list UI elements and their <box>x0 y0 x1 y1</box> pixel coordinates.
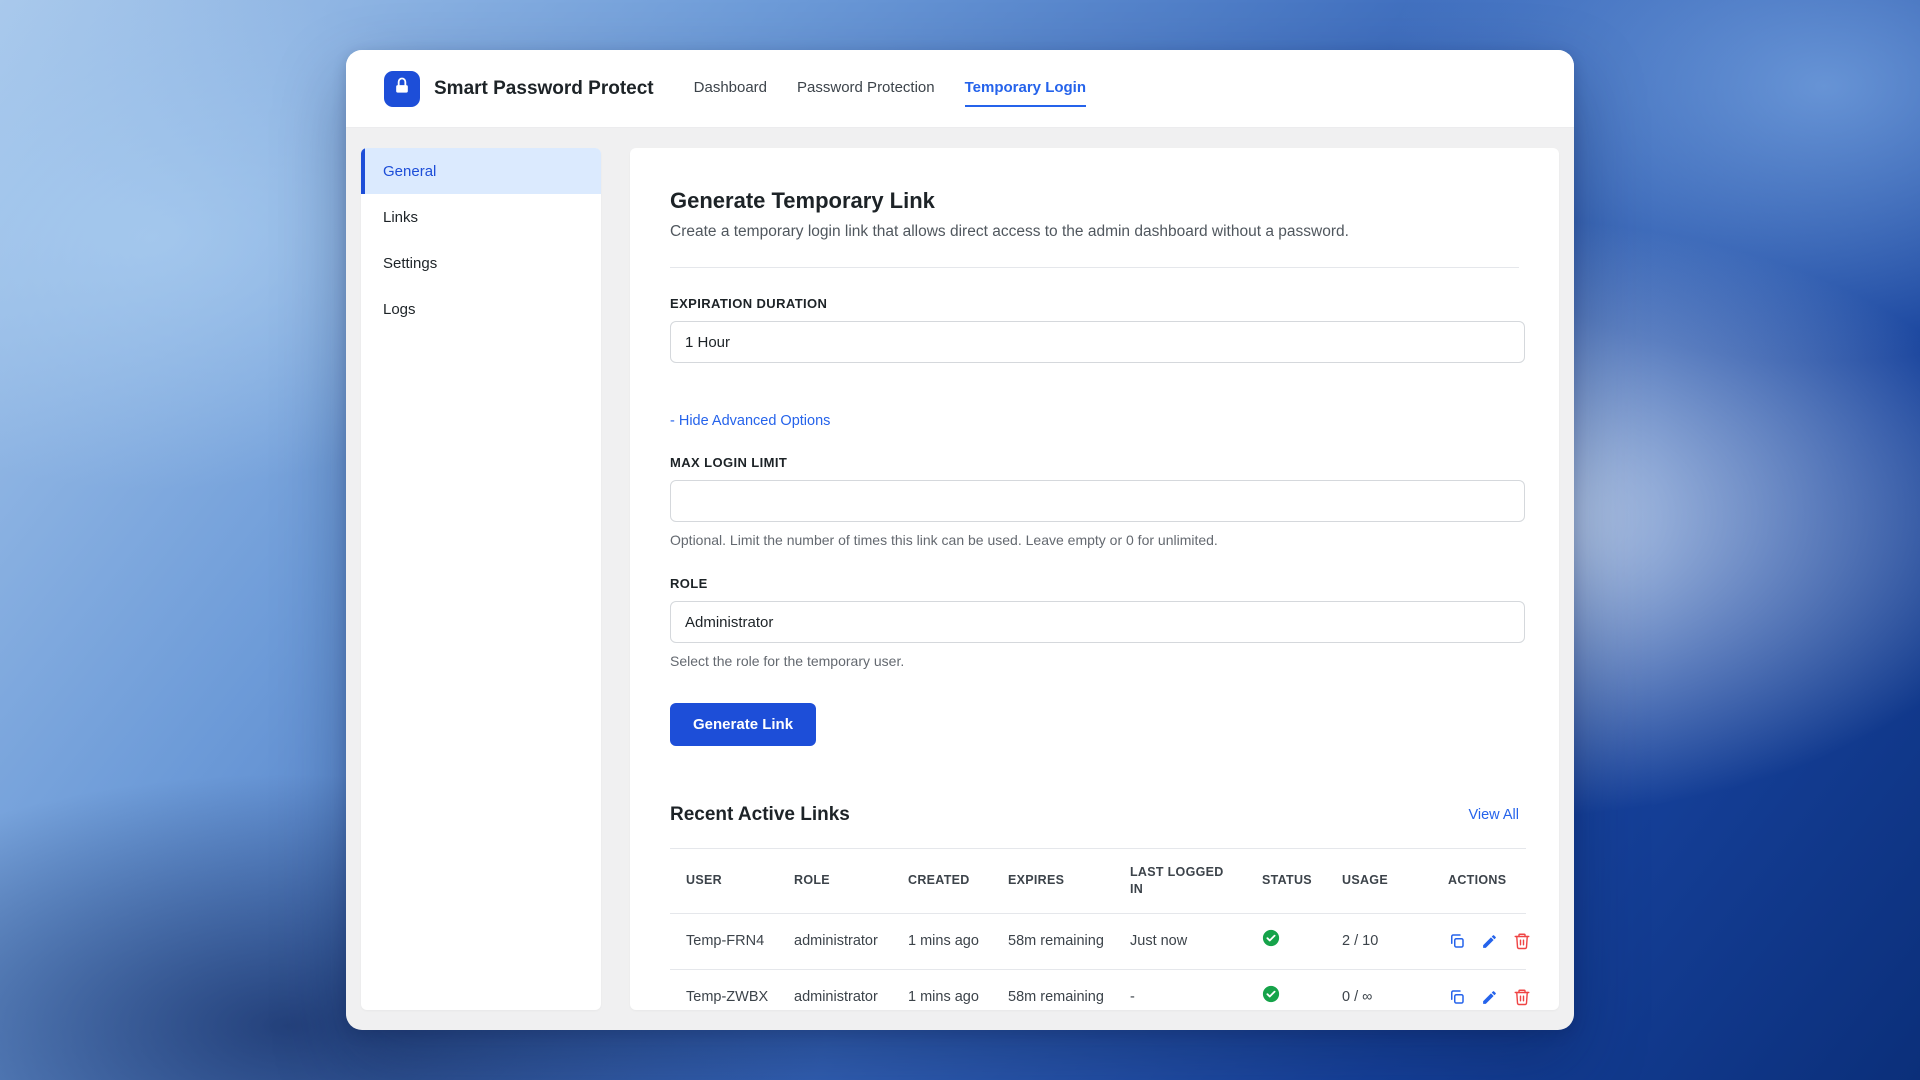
top-bar: Smart Password Protect Dashboard Passwor… <box>346 50 1574 128</box>
col-expires: Expires <box>996 848 1118 914</box>
main-panel: Generate Temporary Link Create a tempora… <box>630 148 1559 1010</box>
recent-links-table: User Role Created Expires Last Logged In… <box>670 848 1530 1010</box>
app-window: Smart Password Protect Dashboard Passwor… <box>346 50 1574 1030</box>
page-subtitle: Create a temporary login link that allow… <box>670 223 1349 240</box>
table-row: Temp-ZWBX administrator 1 mins ago 58m r… <box>670 969 1530 1010</box>
expiration-duration-field: Expiration Duration 1 Hour <box>670 296 1525 363</box>
sidebar-item-links[interactable]: Links <box>361 194 601 240</box>
max-login-limit-input[interactable] <box>670 480 1525 522</box>
col-actions: Actions <box>1436 848 1526 914</box>
generate-link-button[interactable]: Generate Link <box>670 703 817 746</box>
cell-status <box>1250 969 1330 1010</box>
role-value: Administrator <box>685 613 774 631</box>
cell-expires: 58m remaining <box>996 913 1118 970</box>
cell-role: administrator <box>782 969 896 1010</box>
cell-last-logged-in: Just now <box>1118 913 1250 970</box>
page-body: General Links Settings Logs Generate Tem… <box>346 128 1574 1030</box>
sidebar-item-label: General <box>383 162 437 180</box>
role-help: Select the role for the temporary user. <box>670 653 905 669</box>
cell-usage: 2 / 10 <box>1330 913 1436 970</box>
role-select[interactable]: Administrator <box>670 601 1525 643</box>
copy-icon[interactable] <box>1448 932 1466 950</box>
cell-usage: 0 / ∞ <box>1330 969 1436 1010</box>
cell-status <box>1250 913 1330 970</box>
col-usage: Usage <box>1330 848 1436 914</box>
cell-created: 1 mins ago <box>896 913 996 970</box>
cell-last-logged-in: - <box>1118 969 1250 1010</box>
expiration-duration-label: Expiration Duration <box>670 296 828 311</box>
cell-user: Temp-FRN4 <box>670 913 782 970</box>
hide-advanced-options-link[interactable]: - Hide Advanced Options <box>670 413 830 429</box>
expiration-duration-value: 1 Hour <box>685 333 731 351</box>
divider <box>670 267 1519 268</box>
cell-actions <box>1436 969 1530 1010</box>
check-circle-icon <box>1262 929 1280 947</box>
lock-icon <box>392 76 412 101</box>
col-user: User <box>670 848 782 914</box>
role-label: Role <box>670 576 708 591</box>
cell-expires: 58m remaining <box>996 969 1118 1010</box>
table-header-row: User Role Created Expires Last Logged In… <box>670 848 1526 914</box>
cell-actions <box>1436 913 1530 970</box>
tab-temporary-login[interactable]: Temporary Login <box>964 71 1087 107</box>
recent-links-title: Recent Active Links <box>670 804 850 825</box>
tab-password-protection[interactable]: Password Protection <box>797 71 935 107</box>
col-status: Status <box>1250 848 1330 914</box>
max-login-limit-help: Optional. Limit the number of times this… <box>670 532 1218 548</box>
delete-icon[interactable] <box>1513 932 1531 950</box>
sidebar-item-general[interactable]: General <box>361 148 601 194</box>
role-field: Role Administrator Select the role for t… <box>670 576 1525 669</box>
cell-role: administrator <box>782 913 896 970</box>
col-role: Role <box>782 848 896 914</box>
app-title: Smart Password Protect <box>434 77 654 99</box>
col-created: Created <box>896 848 996 914</box>
view-all-link[interactable]: View All <box>1468 807 1519 823</box>
edit-icon[interactable] <box>1481 989 1498 1006</box>
max-login-limit-field: Max Login Limit Optional. Limit the numb… <box>670 455 1525 548</box>
max-login-limit-label: Max Login Limit <box>670 455 788 470</box>
sidebar-item-label: Logs <box>383 300 416 318</box>
sidebar: General Links Settings Logs <box>361 148 601 1010</box>
delete-icon[interactable] <box>1513 988 1531 1006</box>
col-last-logged-in: Last Logged In <box>1118 848 1250 914</box>
cell-created: 1 mins ago <box>896 969 996 1010</box>
top-nav: Dashboard Password Protection Temporary … <box>694 71 1087 107</box>
sidebar-item-settings[interactable]: Settings <box>361 240 601 286</box>
copy-icon[interactable] <box>1448 988 1466 1006</box>
recent-links-header: Recent Active Links View All <box>670 804 1519 826</box>
check-circle-icon <box>1262 985 1280 1003</box>
table-row: Temp-FRN4 administrator 1 mins ago 58m r… <box>670 913 1530 970</box>
sidebar-item-logs[interactable]: Logs <box>361 286 601 332</box>
page-title: Generate Temporary Link <box>670 188 935 213</box>
sidebar-item-label: Settings <box>383 254 438 272</box>
app-logo <box>384 70 420 107</box>
sidebar-item-label: Links <box>383 208 419 226</box>
expiration-duration-select[interactable]: 1 Hour <box>670 321 1525 363</box>
edit-icon[interactable] <box>1481 933 1498 950</box>
tab-dashboard[interactable]: Dashboard <box>694 71 767 107</box>
cell-user: Temp-ZWBX <box>670 969 782 1010</box>
